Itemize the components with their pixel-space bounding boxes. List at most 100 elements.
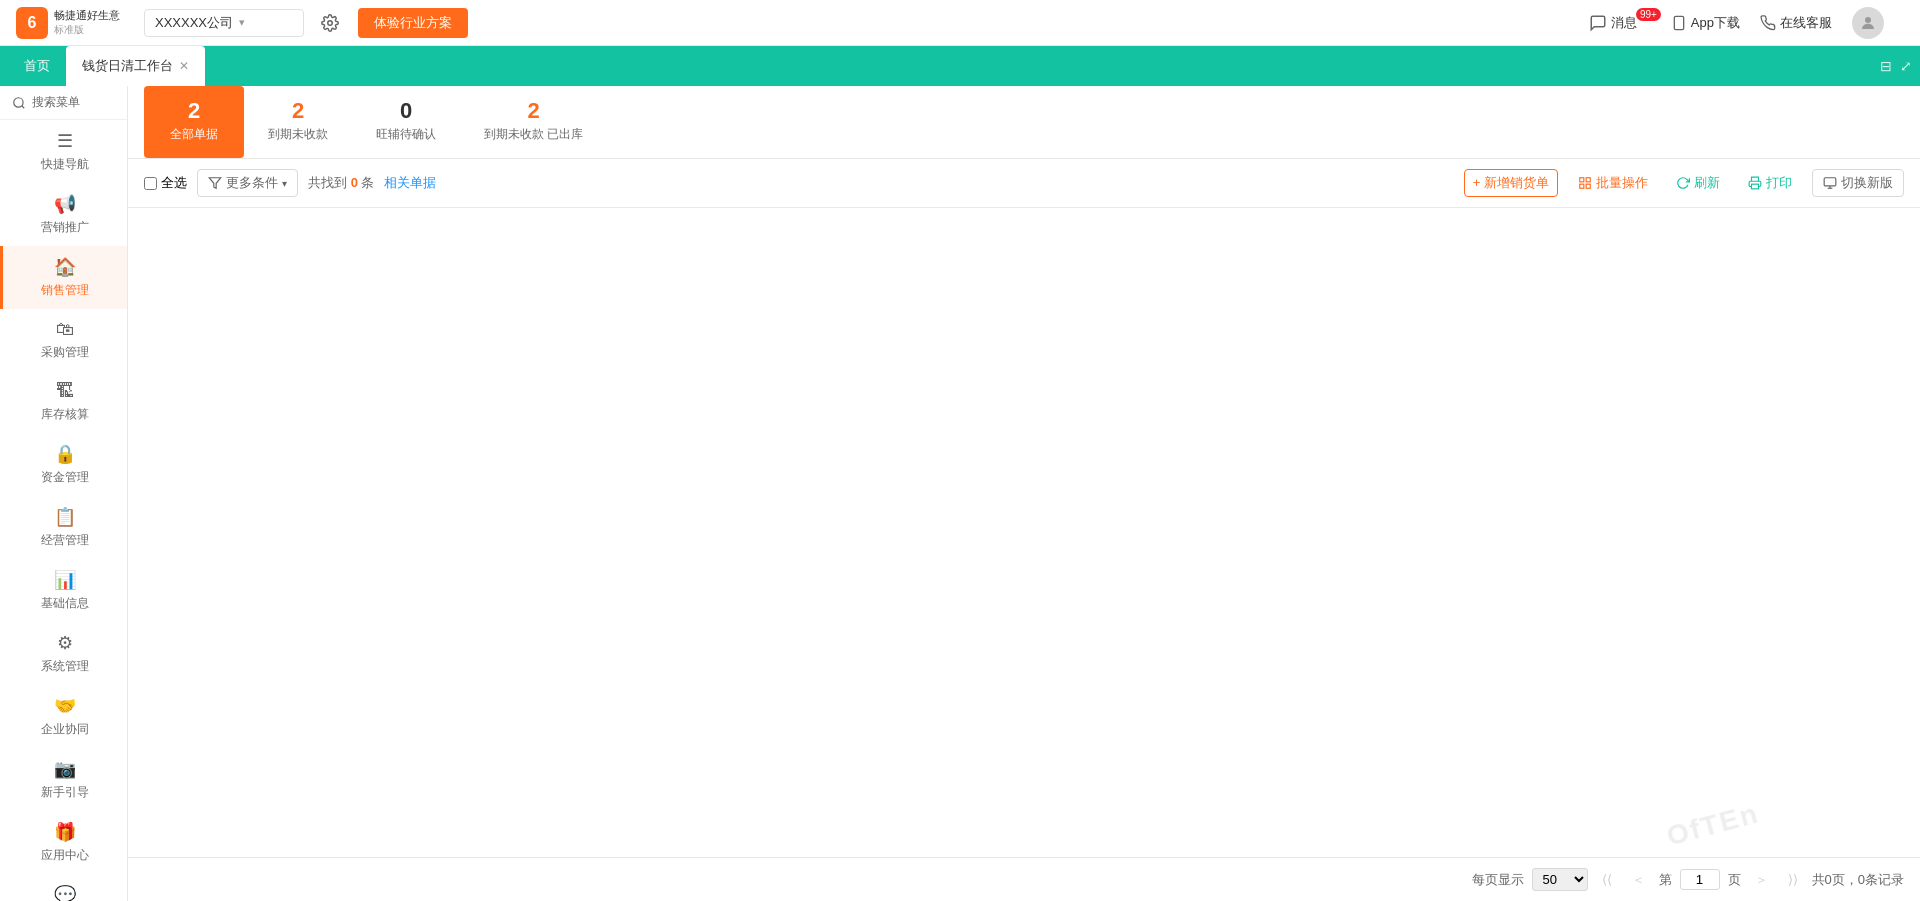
select-all-checkbox[interactable]: 全选	[144, 174, 187, 192]
filter-button[interactable]: 更多条件 ▾	[197, 169, 298, 197]
finance-icon: 🔒	[54, 443, 76, 465]
page-unit: 页	[1728, 871, 1741, 889]
svg-rect-7	[1580, 178, 1584, 182]
message-badge: 99+	[1636, 8, 1661, 21]
svg-rect-8	[1586, 178, 1590, 182]
filter-label: 更多条件	[226, 174, 278, 192]
wechat-icon: 💬	[54, 884, 76, 901]
tab-close-icon[interactable]: ✕	[179, 59, 189, 73]
online-service-button[interactable]: 在线客服	[1760, 14, 1832, 32]
total-info: 共0页，0条记录	[1812, 871, 1904, 889]
svg-rect-9	[1586, 184, 1590, 188]
stats-tab-overdue-shipped[interactable]: 2 到期未收款 已出库	[460, 86, 607, 158]
sidebar-label-operation: 经营管理	[41, 532, 89, 549]
svg-rect-11	[1752, 184, 1759, 189]
stats-num-pending: 0	[400, 98, 412, 124]
found-prefix: 共找到 0 条	[308, 174, 374, 192]
stats-tab-pending[interactable]: 0 旺辅待确认	[352, 86, 460, 158]
sidebar-item-wechat[interactable]: 💬 企业微信	[0, 874, 127, 901]
company-selector[interactable]: XXXXXX公司 ▾	[144, 9, 304, 37]
svg-rect-1	[1674, 16, 1683, 29]
add-sales-button[interactable]: + 新增销货单	[1464, 169, 1558, 197]
stats-label-overdue-shipped: 到期未收款 已出库	[484, 126, 583, 143]
svg-rect-12	[1824, 178, 1836, 186]
filter-arrow-icon: ▾	[282, 178, 287, 189]
sidebar-item-sales[interactable]: 🏠 销售管理	[0, 246, 127, 309]
system-icon: ⚙	[57, 632, 73, 654]
search-menu-button[interactable]: 搜索菜单	[0, 86, 127, 120]
tab-workbench[interactable]: 钱货日清工作台 ✕	[66, 46, 205, 86]
found-count: 0	[351, 175, 358, 190]
tab-expand-icon[interactable]: ⤢	[1900, 58, 1912, 74]
message-button[interactable]: 消息 99+	[1589, 14, 1651, 32]
batch-operation-button[interactable]: 批量操作	[1570, 170, 1656, 196]
tab-bar-actions: ⊟ ⤢	[1880, 58, 1912, 74]
sidebar-item-purchase[interactable]: 🛍 采购管理	[0, 309, 127, 371]
svg-marker-6	[209, 178, 221, 189]
stats-tab-overdue[interactable]: 2 到期未收款	[244, 86, 352, 158]
app-download-button[interactable]: App下载	[1671, 14, 1740, 32]
sidebar-item-system[interactable]: ⚙ 系统管理	[0, 622, 127, 685]
sidebar-label-purchase: 采购管理	[41, 344, 89, 361]
sidebar-item-app-center[interactable]: 🎁 应用中心	[0, 811, 127, 874]
select-all-label: 全选	[161, 174, 187, 192]
sales-icon: 🏠	[54, 256, 76, 278]
sidebar: 搜索菜单 ☰ 快捷导航 📢 营销推广 🏠 销售管理 🛍 采购管理 🏗 库存核算 …	[0, 86, 128, 901]
logo-text: 畅捷通好生意	[54, 8, 120, 22]
refresh-button[interactable]: 刷新	[1668, 170, 1728, 196]
stats-label-overdue: 到期未收款	[268, 126, 328, 143]
tab-minimize-icon[interactable]: ⊟	[1880, 58, 1892, 74]
sidebar-item-basic-info[interactable]: 📊 基础信息	[0, 559, 127, 622]
app-center-icon: 🎁	[54, 821, 76, 843]
main-layout: 搜索菜单 ☰ 快捷导航 📢 营销推广 🏠 销售管理 🛍 采购管理 🏗 库存核算 …	[0, 86, 1920, 901]
sidebar-label-inventory: 库存核算	[41, 406, 89, 423]
avatar[interactable]	[1852, 7, 1884, 39]
switch-version-button[interactable]: 切换新版	[1812, 169, 1904, 197]
trial-button[interactable]: 体验行业方案	[358, 8, 468, 38]
sidebar-item-operation[interactable]: 📋 经营管理	[0, 496, 127, 559]
sidebar-label-app-center: 应用中心	[41, 847, 89, 864]
toolbar: 全选 更多条件 ▾ 共找到 0 条 相关单据 + 新增销货	[128, 159, 1920, 208]
sidebar-item-inventory[interactable]: 🏗 库存核算	[0, 371, 127, 433]
table-area	[128, 208, 1920, 857]
sidebar-item-cooperation[interactable]: 🤝 企业协同	[0, 685, 127, 748]
logo-icon: 6	[16, 7, 48, 39]
sidebar-item-finance[interactable]: 🔒 资金管理	[0, 433, 127, 496]
print-button[interactable]: 打印	[1740, 170, 1800, 196]
page-next-btn[interactable]: ＞	[1749, 869, 1774, 891]
related-link[interactable]: 相关单据	[384, 174, 436, 192]
online-service-label: 在线客服	[1780, 14, 1832, 32]
message-label: 消息	[1611, 14, 1637, 32]
svg-point-0	[328, 20, 333, 25]
settings-button[interactable]	[314, 7, 346, 39]
page-last-btn[interactable]: ⟩⟩	[1782, 870, 1804, 889]
sidebar-label-basic-info: 基础信息	[41, 595, 89, 612]
select-all-input[interactable]	[144, 177, 157, 190]
stats-label-pending: 旺辅待确认	[376, 126, 436, 143]
content-area: 2 全部单据 2 到期未收款 0 旺辅待确认 2 到期未收款 已出库 全选	[128, 86, 1920, 901]
company-name: XXXXXX公司	[155, 14, 233, 32]
marketing-icon: 📢	[54, 193, 76, 215]
stats-num-overdue-shipped: 2	[528, 98, 540, 124]
page-prev-btn[interactable]: ＜	[1626, 869, 1651, 891]
stats-tab-all[interactable]: 2 全部单据	[144, 86, 244, 158]
basic-info-icon: 📊	[54, 569, 76, 591]
per-page-label: 每页显示	[1472, 871, 1524, 889]
tab-home[interactable]: 首页	[8, 46, 66, 86]
operation-icon: 📋	[54, 506, 76, 528]
sidebar-item-marketing[interactable]: 📢 营销推广	[0, 183, 127, 246]
page-first-btn[interactable]: ⟨⟨	[1596, 870, 1618, 889]
top-right-actions: 消息 99+ App下载 在线客服	[1589, 7, 1904, 39]
page-input[interactable]	[1680, 869, 1720, 890]
toolbar-left: 全选 更多条件 ▾ 共找到 0 条 相关单据	[144, 169, 436, 197]
sidebar-item-quick-nav[interactable]: ☰ 快捷导航	[0, 120, 127, 183]
app-download-label: App下载	[1691, 14, 1740, 32]
per-page-select[interactable]: 50 10 20 100	[1532, 868, 1588, 891]
svg-point-4	[14, 97, 23, 106]
svg-rect-10	[1580, 184, 1584, 188]
purchase-icon: 🛍	[56, 319, 74, 340]
top-bar: 6 畅捷通好生意 标准版 XXXXXX公司 ▾ 体验行业方案 消息 99+ Ap…	[0, 0, 1920, 46]
tab-bar: 首页 钱货日清工作台 ✕ ⊟ ⤢	[0, 46, 1920, 86]
sidebar-item-guide[interactable]: 📷 新手引导	[0, 748, 127, 811]
sidebar-label-guide: 新手引导	[41, 784, 89, 801]
